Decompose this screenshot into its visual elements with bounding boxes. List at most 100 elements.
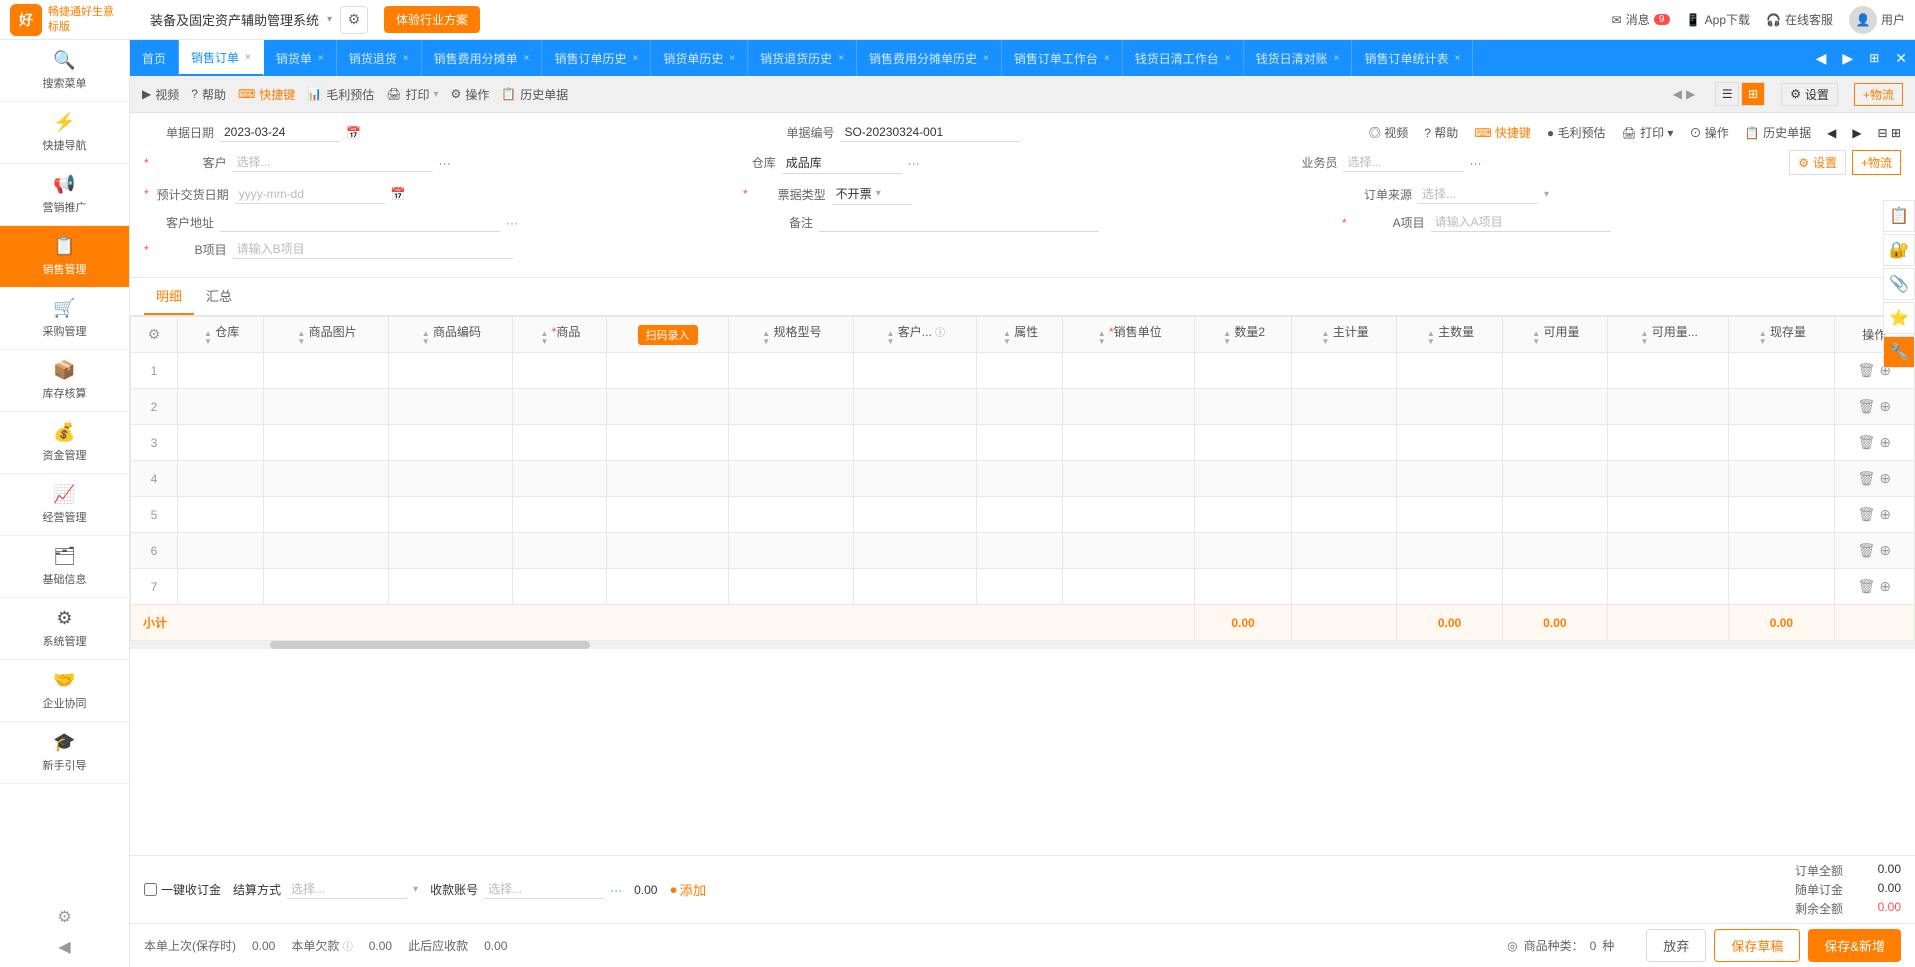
invoice-select[interactable]: 不开票 ▾ [832,183,912,205]
delivery-calendar-icon[interactable]: 📅 [391,187,406,201]
view-grid-btn[interactable]: ⊞ [1741,82,1765,106]
address-input[interactable] [220,213,500,232]
row-6-delete-btn[interactable]: 🗑 [1858,542,1876,559]
tab-daily-reconcile[interactable]: 钱货日清对账 × [1244,40,1353,76]
app-download-btn[interactable]: 📱 App下载 [1686,11,1750,28]
tab-sales-workbench[interactable]: 销售订单工作台 × [1002,40,1123,76]
message-btn[interactable]: ✉ 消息 9 [1612,11,1670,28]
customer-more-btn[interactable]: ··· [439,156,451,170]
row-1-unit[interactable] [1063,353,1195,389]
sidebar-item-sales[interactable]: 📋 销售管理 [0,226,129,288]
row-2-delete-btn[interactable]: 🗑 [1858,398,1876,415]
tab-home[interactable]: 首页 [130,40,179,76]
toolbar-shortcut2-label[interactable]: ⌨ 快捷键 [1474,124,1531,141]
sidebar-item-quick-nav[interactable]: ⚡ 快捷导航 [0,102,129,164]
toolbar-print2-label[interactable]: 🖨 打印 ▾ [1622,124,1674,141]
right-icon-1[interactable]: 📋 [1883,200,1915,232]
sidebar-item-basic-info[interactable]: 🗂 基础信息 [0,536,129,598]
system-settings-btn[interactable]: ⚙ [340,6,368,34]
row-1-attr[interactable] [976,353,1062,389]
view-toggle[interactable]: ⊟ ⊞ [1878,126,1901,140]
tab-daily-workbench-close[interactable]: × [1225,53,1231,64]
col-main-qty[interactable]: ▲▼ 主数量 [1397,317,1502,353]
tab-sales-stats[interactable]: 销售订单统计表 × [1352,40,1473,76]
row-5-copy-btn[interactable]: ⊕ [1879,506,1891,523]
settings-right-btn[interactable]: ⚙ 设置 [1789,150,1846,175]
tab-more-btn[interactable]: ⊞ [1861,40,1887,76]
tab-sales-invoice-close[interactable]: × [318,53,324,64]
row-7-delete-btn[interactable]: 🗑 [1858,578,1876,595]
row-5-delete-btn[interactable]: 🗑 [1858,506,1876,523]
col-product-code[interactable]: ▲▼ 商品编码 [388,317,512,353]
right-icon-3[interactable]: 📎 [1883,268,1915,300]
row-1-warehouse[interactable] [177,353,263,389]
row-2-warehouse[interactable] [177,389,263,425]
settings-panel-btn[interactable]: ⚙ 设置 [1781,83,1838,106]
toolbar-operation[interactable]: ⚙ 操作 [451,86,490,103]
row-2-copy-btn[interactable]: ⊕ [1879,398,1891,415]
sidebar-item-operations[interactable]: 📈 经营管理 [0,474,129,536]
remark-input[interactable] [819,213,1099,232]
col-available[interactable]: ▲▼ 可用量 [1502,317,1607,353]
tab-sales-order-history-close[interactable]: × [632,53,638,64]
add-logistics-btn[interactable]: +物流 [1854,83,1903,106]
tab-daily-workbench[interactable]: 钱货日清工作台 × [1123,40,1244,76]
toolbar-view-label[interactable]: ◎ 视频 [1369,124,1408,141]
toolbar-op2-label[interactable]: ⊙ 操作 [1689,124,1728,141]
tab-prev-btn[interactable]: ◀ [1808,40,1835,76]
row-6-copy-btn[interactable]: ⊕ [1879,542,1891,559]
toolbar-help[interactable]: ? 帮助 [191,86,226,103]
toolbar-hist2-label[interactable]: 📋 历史单据 [1745,124,1811,141]
toolbar-shortcut[interactable]: ⌨ 快捷键 [238,86,295,103]
horizontal-scrollbar[interactable] [130,641,1915,649]
date-input[interactable] [220,123,340,142]
toolbar-profit2-label[interactable]: ● 毛利预估 [1547,124,1606,141]
calendar-icon[interactable]: 📅 [346,126,361,140]
col-product[interactable]: ▲▼ *商品 [513,317,607,353]
row-1-delete-btn[interactable]: 🗑 [1858,362,1876,379]
prev-record-btn[interactable]: ◀ [1673,87,1682,101]
tab-next-btn[interactable]: ▶ [1834,40,1861,76]
right-icon-5[interactable]: 🔧 [1883,336,1915,368]
tab-daily-reconcile-close[interactable]: × [1334,53,1340,64]
salesperson-more-btn[interactable]: ··· [1469,156,1481,170]
checkout-method-input[interactable] [287,880,407,899]
sidebar-item-collab[interactable]: 🤝 企业协同 [0,660,129,722]
order-source-input[interactable] [1418,185,1538,204]
next-record-btn[interactable]: ▶ [1686,87,1695,101]
row-1-custcode[interactable] [853,353,976,389]
tab-sales-return-close[interactable]: × [403,53,409,64]
toolbar-print[interactable]: 🖨 打印 ▾ [386,86,438,103]
account-input[interactable] [484,880,604,899]
row-3-delete-btn[interactable]: 🗑 [1858,434,1876,451]
sidebar-item-inventory[interactable]: 📦 库存核算 [0,350,129,412]
quick-checkout-checkbox[interactable] [144,883,157,896]
tab-sales-order-close[interactable]: × [245,52,251,63]
row-1-mainqty[interactable] [1397,353,1502,389]
col-available2[interactable]: ▲▼ 可用量... [1608,317,1729,353]
row-4-delete-btn[interactable]: 🗑 [1858,470,1876,487]
salesperson-input[interactable] [1343,153,1463,172]
tab-sales-expense-close[interactable]: × [524,53,530,64]
sidebar-collapse-btn[interactable]: ◀ [58,937,70,957]
toolbar-video[interactable]: ▶ 视频 [142,86,179,103]
tab-sales-invoice[interactable]: 销货单 × [264,40,337,76]
payment-add-btn[interactable]: ● 添加 [669,880,706,899]
user-avatar-area[interactable]: 👤 用户 [1849,6,1905,34]
a-project-input[interactable] [1431,213,1611,232]
tab-sales-expense[interactable]: 销售费用分摊单 × [422,40,543,76]
view-list-btn[interactable]: ☰ [1715,82,1739,106]
tab-detail[interactable]: 明细 [144,278,194,315]
account-more-btn[interactable]: ··· [610,883,622,897]
col-scan[interactable]: 扫码录入 [606,317,728,353]
sidebar-item-finance[interactable]: 💰 资金管理 [0,412,129,474]
nav-next2[interactable]: ▶ [1852,126,1861,140]
col-qty2[interactable]: ▲▼ 数量2 [1195,317,1292,353]
tab-sales-order[interactable]: 销售订单 × [179,40,264,76]
tab-invoice-history[interactable]: 销货单历史 × [651,40,748,76]
toolbar-profit[interactable]: 📊 毛利预估 [307,86,374,103]
tab-close-all-btn[interactable]: ✕ [1887,40,1915,76]
sidebar-item-guide[interactable]: 🎓 新手引导 [0,722,129,784]
tab-expense-history[interactable]: 销售费用分摊单历史 × [857,40,1002,76]
toolbar-help2-label[interactable]: ? 帮助 [1424,124,1458,141]
